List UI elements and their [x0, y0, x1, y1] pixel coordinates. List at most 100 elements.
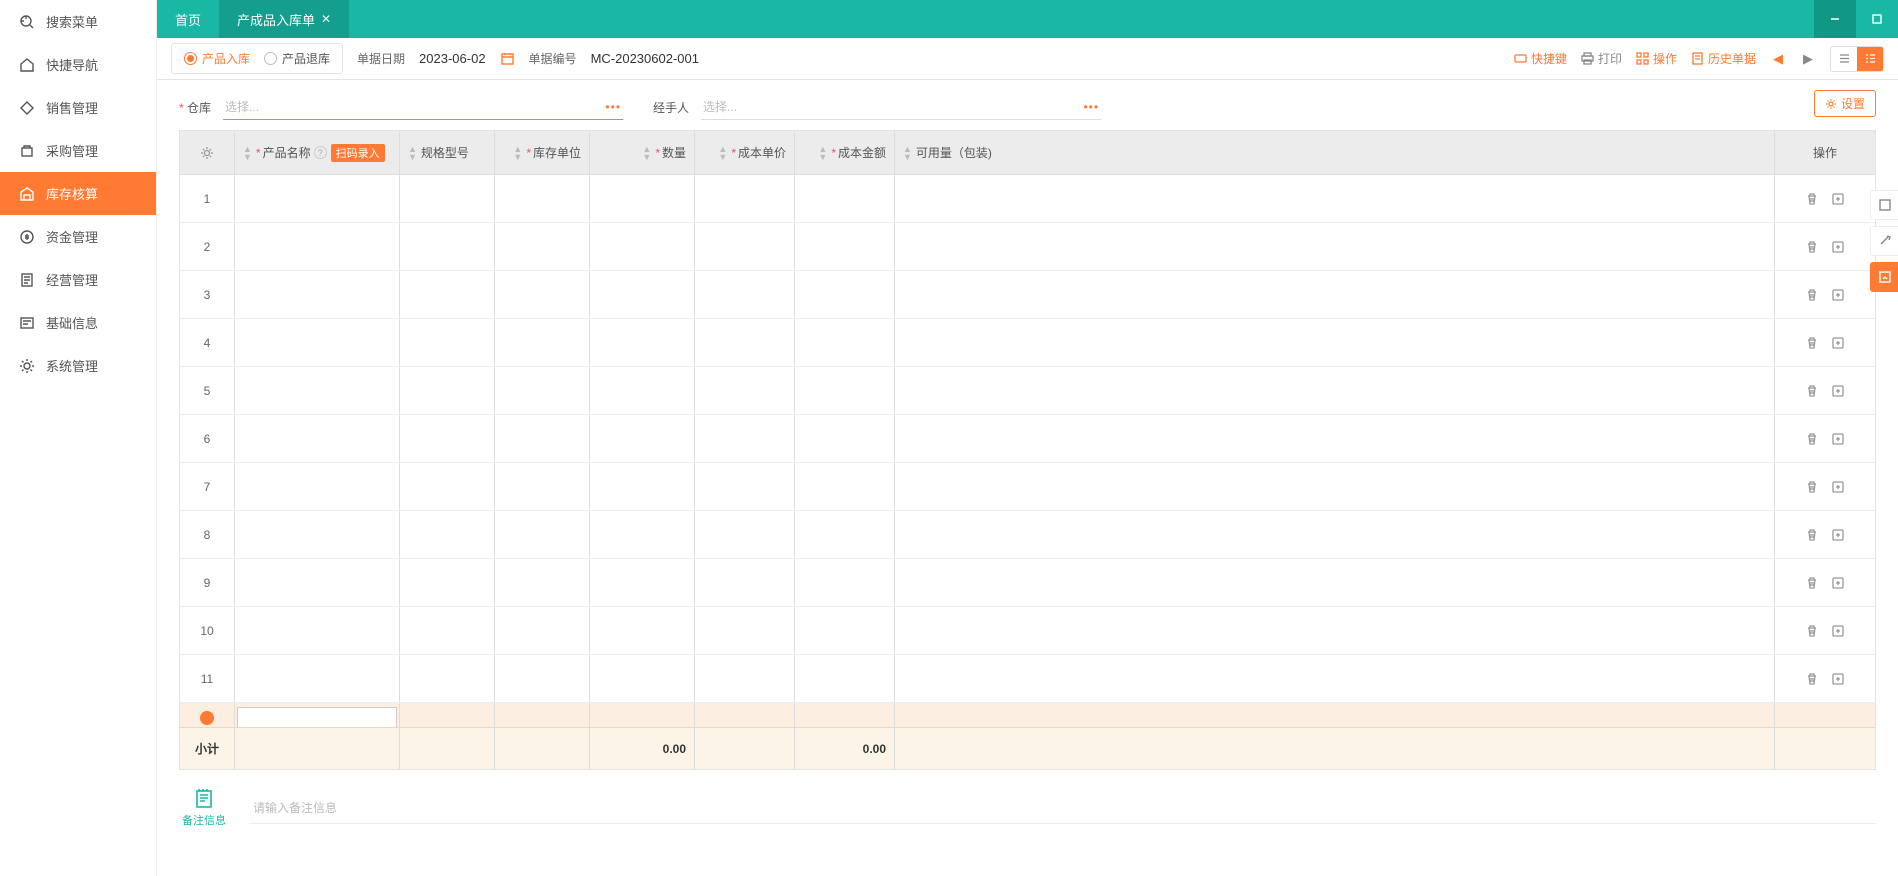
cell-amount[interactable] — [795, 319, 895, 366]
th-spec[interactable]: ▲▼规格型号 — [400, 131, 495, 174]
sidebar-item-business[interactable]: 经营管理 — [0, 258, 156, 301]
cell-amount[interactable] — [795, 559, 895, 606]
cell-amount[interactable] — [795, 271, 895, 318]
cell-avail[interactable] — [895, 607, 1775, 654]
cell-spec[interactable] — [400, 271, 495, 318]
operate-link[interactable]: 操作 — [1636, 50, 1677, 67]
cell-amount[interactable] — [795, 655, 895, 702]
delete-row-icon[interactable] — [1805, 480, 1819, 494]
view-detail-button[interactable] — [1857, 47, 1883, 71]
delete-row-icon[interactable] — [1805, 672, 1819, 686]
cell-price[interactable] — [695, 511, 795, 558]
sidebar-item-inventory[interactable]: 库存核算 — [0, 172, 156, 215]
cell-qty[interactable] — [590, 607, 695, 654]
minimize-button[interactable] — [1814, 0, 1856, 38]
add-row-icon[interactable] — [1831, 576, 1845, 590]
delete-row-icon[interactable] — [1805, 240, 1819, 254]
cell-avail[interactable] — [895, 271, 1775, 318]
cell-price[interactable] — [695, 367, 795, 414]
cell-avail[interactable] — [895, 463, 1775, 510]
scan-badge[interactable]: 扫码录入 — [331, 144, 385, 162]
cell-spec[interactable] — [400, 223, 495, 270]
cell-price[interactable] — [695, 607, 795, 654]
cell-amount[interactable] — [795, 415, 895, 462]
shortcut-link[interactable]: 快捷键 — [1514, 50, 1567, 67]
cell-name[interactable] — [235, 655, 400, 702]
tab-home[interactable]: 首页 — [157, 0, 219, 38]
sidebar-item-purchase[interactable]: 采购管理 — [0, 129, 156, 172]
table-row[interactable]: 1 — [180, 175, 1875, 223]
add-row-icon[interactable] — [1831, 192, 1845, 206]
cell-price[interactable] — [695, 175, 795, 222]
add-row-icon[interactable] — [1831, 432, 1845, 446]
add-row-icon[interactable] — [1831, 288, 1845, 302]
cell-avail[interactable] — [895, 319, 1775, 366]
cell-name[interactable] — [235, 463, 400, 510]
cell-spec[interactable] — [400, 175, 495, 222]
cell-amount[interactable] — [795, 511, 895, 558]
prev-arrow-icon[interactable]: ◀ — [1770, 51, 1786, 67]
cell-name[interactable] — [235, 703, 400, 727]
cell-spec[interactable] — [400, 463, 495, 510]
cell-qty[interactable] — [590, 655, 695, 702]
tab-product-in[interactable]: 产成品入库单 ✕ — [219, 0, 349, 38]
help-icon[interactable]: ? — [314, 146, 327, 159]
cell-name[interactable] — [235, 271, 400, 318]
cell-spec[interactable] — [400, 367, 495, 414]
table-row-editing[interactable] — [180, 703, 1875, 727]
sidebar-item-search[interactable]: 搜索菜单 — [0, 0, 156, 43]
table-row[interactable]: 11 — [180, 655, 1875, 703]
warehouse-input[interactable]: 选择... ••• — [223, 94, 623, 120]
cell-unit[interactable] — [495, 223, 590, 270]
cell-name[interactable] — [235, 415, 400, 462]
cell-spec[interactable] — [400, 655, 495, 702]
add-row-icon[interactable] — [1831, 480, 1845, 494]
cell-unit[interactable] — [495, 271, 590, 318]
cell-avail[interactable] — [895, 511, 1775, 558]
cell-avail[interactable] — [895, 559, 1775, 606]
date-value[interactable]: 2023-06-02 — [419, 51, 486, 66]
cell-unit[interactable] — [495, 175, 590, 222]
add-row-icon[interactable] — [1831, 384, 1845, 398]
table-row[interactable]: 6 — [180, 415, 1875, 463]
more-icon[interactable]: ••• — [1083, 100, 1099, 114]
cell-qty[interactable] — [590, 319, 695, 366]
rail-btn-3[interactable] — [1870, 262, 1898, 292]
cell-amount[interactable] — [795, 223, 895, 270]
view-list-button[interactable] — [1831, 47, 1857, 71]
edit-input[interactable] — [237, 707, 397, 728]
cell-qty[interactable] — [590, 271, 695, 318]
sidebar-item-funds[interactable]: 资金管理 — [0, 215, 156, 258]
cell-qty[interactable] — [590, 175, 695, 222]
cell-avail[interactable] — [895, 367, 1775, 414]
th-price[interactable]: ▲▼*成本单价 — [695, 131, 795, 174]
add-row-icon[interactable] — [1831, 336, 1845, 350]
next-arrow-icon[interactable]: ▶ — [1800, 51, 1816, 67]
cell-avail[interactable] — [895, 655, 1775, 702]
th-product-name[interactable]: ▲▼*产品名称?扫码录入 — [235, 131, 400, 174]
cell-price[interactable] — [695, 223, 795, 270]
cell-name[interactable] — [235, 175, 400, 222]
delete-row-icon[interactable] — [1805, 288, 1819, 302]
cell-spec[interactable] — [400, 559, 495, 606]
radio-product-return[interactable]: 产品退库 — [264, 50, 330, 67]
handler-input[interactable]: 选择... ••• — [701, 94, 1101, 120]
cell-name[interactable] — [235, 559, 400, 606]
add-row-icon[interactable] — [1831, 672, 1845, 686]
table-row[interactable]: 5 — [180, 367, 1875, 415]
cell-price[interactable] — [695, 559, 795, 606]
th-amount[interactable]: ▲▼*成本金额 — [795, 131, 895, 174]
cell-name[interactable] — [235, 511, 400, 558]
cell-unit[interactable] — [495, 415, 590, 462]
cell-unit[interactable] — [495, 463, 590, 510]
cell-amount[interactable] — [795, 175, 895, 222]
add-row-icon[interactable] — [1831, 624, 1845, 638]
add-row-icon[interactable] — [1831, 240, 1845, 254]
cell-price[interactable] — [695, 319, 795, 366]
calendar-icon[interactable] — [500, 51, 515, 66]
table-row[interactable]: 7 — [180, 463, 1875, 511]
cell-name[interactable] — [235, 319, 400, 366]
cell-unit[interactable] — [495, 511, 590, 558]
cell-name[interactable] — [235, 367, 400, 414]
delete-row-icon[interactable] — [1805, 528, 1819, 542]
